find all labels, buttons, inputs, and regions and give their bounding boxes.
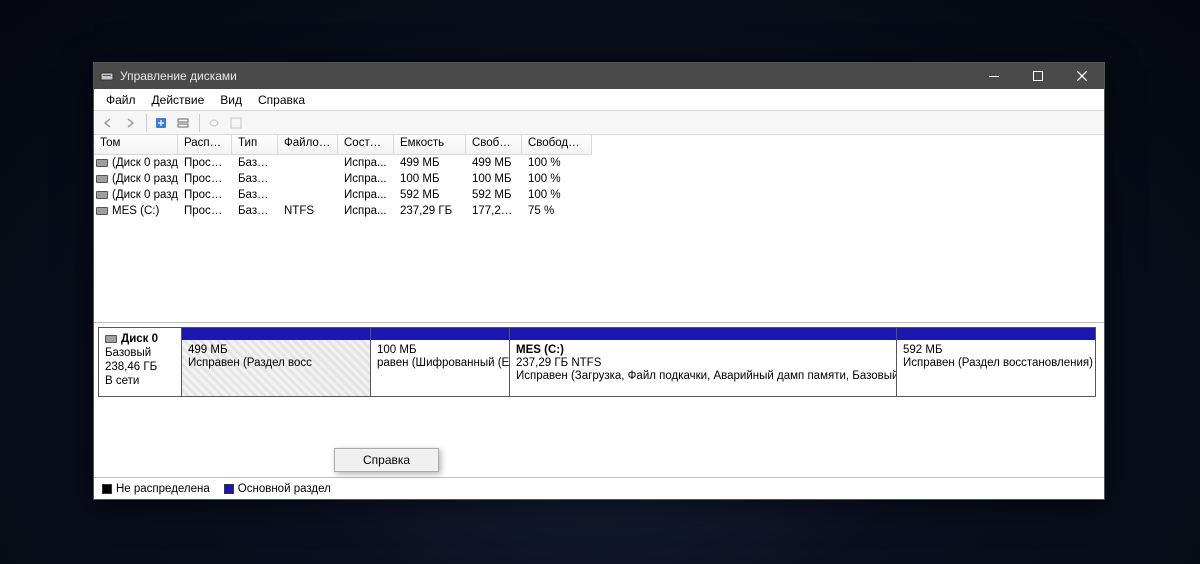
legend-primary: Основной раздел	[224, 483, 331, 495]
col-volume[interactable]: Том	[94, 135, 178, 155]
partition-box[interactable]: 100 МБравен (Шифрованный (E	[370, 327, 510, 397]
toolbar	[94, 111, 1104, 135]
properties-button[interactable]	[204, 113, 224, 133]
menu-view[interactable]: Вид	[212, 91, 250, 109]
disk-info[interactable]: Диск 0 Базовый 238,46 ГБ В сети	[98, 327, 182, 397]
toolbar-separator	[146, 114, 147, 132]
minimize-button[interactable]	[972, 63, 1016, 89]
graphical-pane: Диск 0 Базовый 238,46 ГБ В сети 499 МБИс…	[94, 323, 1104, 499]
col-freepct[interactable]: Свободно...	[522, 135, 592, 155]
volume-icon	[96, 175, 108, 183]
partition-header-bar	[182, 328, 370, 340]
titlebar[interactable]: Управление дисками	[94, 63, 1104, 89]
menubar: Файл Действие Вид Справка	[94, 89, 1104, 111]
window-title: Управление дисками	[120, 69, 237, 83]
col-fs[interactable]: Файлова...	[278, 135, 338, 155]
refresh-button[interactable]	[151, 113, 171, 133]
disk-management-window: Управление дисками Файл Действие Вид Спр…	[93, 62, 1105, 500]
context-menu[interactable]: Справка	[334, 448, 439, 472]
partition-box[interactable]: 592 МБИсправен (Раздел восстановления)	[896, 327, 1096, 397]
volume-list-pane: Том Распол... Тип Файлова... Состоя... Е…	[94, 135, 1104, 323]
col-capacity[interactable]: Емкость	[394, 135, 466, 155]
disk-type: Базовый	[105, 346, 175, 360]
table-row[interactable]: (Диск 0 разде...ПростойБазов...Испра...1…	[94, 171, 1104, 187]
table-row[interactable]: MES (C:)ПростойБазов...NTFSИспра...237,2…	[94, 203, 1104, 219]
partition-box[interactable]: MES (C:)237,29 ГБ NTFSИсправен (Загрузка…	[509, 327, 897, 397]
partition-header-bar	[897, 328, 1095, 340]
table-row[interactable]: (Диск 0 разде...ПростойБазов...Испра...5…	[94, 187, 1104, 203]
swatch-primary-icon	[224, 484, 234, 494]
col-type[interactable]: Тип	[232, 135, 278, 155]
disk-capacity: 238,46 ГБ	[105, 360, 175, 374]
volume-icon	[96, 191, 108, 199]
view1-button[interactable]	[173, 113, 193, 133]
partition-header-bar	[510, 328, 896, 340]
menu-file[interactable]: Файл	[98, 91, 144, 109]
legend: Не распределена Основной раздел	[94, 477, 1104, 499]
col-layout[interactable]: Распол...	[178, 135, 232, 155]
legend-unallocated: Не распределена	[102, 483, 210, 495]
volume-rows: (Диск 0 разде...ПростойБазов...Испра...4…	[94, 155, 1104, 322]
forward-button[interactable]	[120, 113, 140, 133]
table-row[interactable]: (Диск 0 разде...ПростойБазов...Испра...4…	[94, 155, 1104, 171]
menu-action[interactable]: Действие	[144, 91, 213, 109]
maximize-button[interactable]	[1016, 63, 1060, 89]
partitions: 499 МБИсправен (Раздел восс100 МБравен (…	[182, 327, 1100, 397]
menu-help[interactable]: Справка	[250, 91, 313, 109]
volume-icon	[96, 159, 108, 167]
volume-icon	[96, 207, 108, 215]
disk-row: Диск 0 Базовый 238,46 ГБ В сети 499 МБИс…	[94, 323, 1104, 401]
col-status[interactable]: Состоя...	[338, 135, 394, 155]
partition-box[interactable]: 499 МБИсправен (Раздел восс	[181, 327, 371, 397]
list-button[interactable]	[226, 113, 246, 133]
volume-list-header: Том Распол... Тип Файлова... Состоя... Е…	[94, 135, 1104, 155]
window-controls	[972, 63, 1104, 89]
disk-icon	[105, 335, 117, 343]
app-icon	[100, 69, 114, 83]
partition-header-bar	[371, 328, 509, 340]
col-free[interactable]: Свобо...	[466, 135, 522, 155]
back-button[interactable]	[98, 113, 118, 133]
disk-label: Диск 0	[121, 332, 158, 346]
context-help[interactable]: Справка	[335, 449, 438, 471]
disk-state: В сети	[105, 374, 175, 388]
close-button[interactable]	[1060, 63, 1104, 89]
toolbar-separator	[199, 114, 200, 132]
swatch-unallocated-icon	[102, 484, 112, 494]
